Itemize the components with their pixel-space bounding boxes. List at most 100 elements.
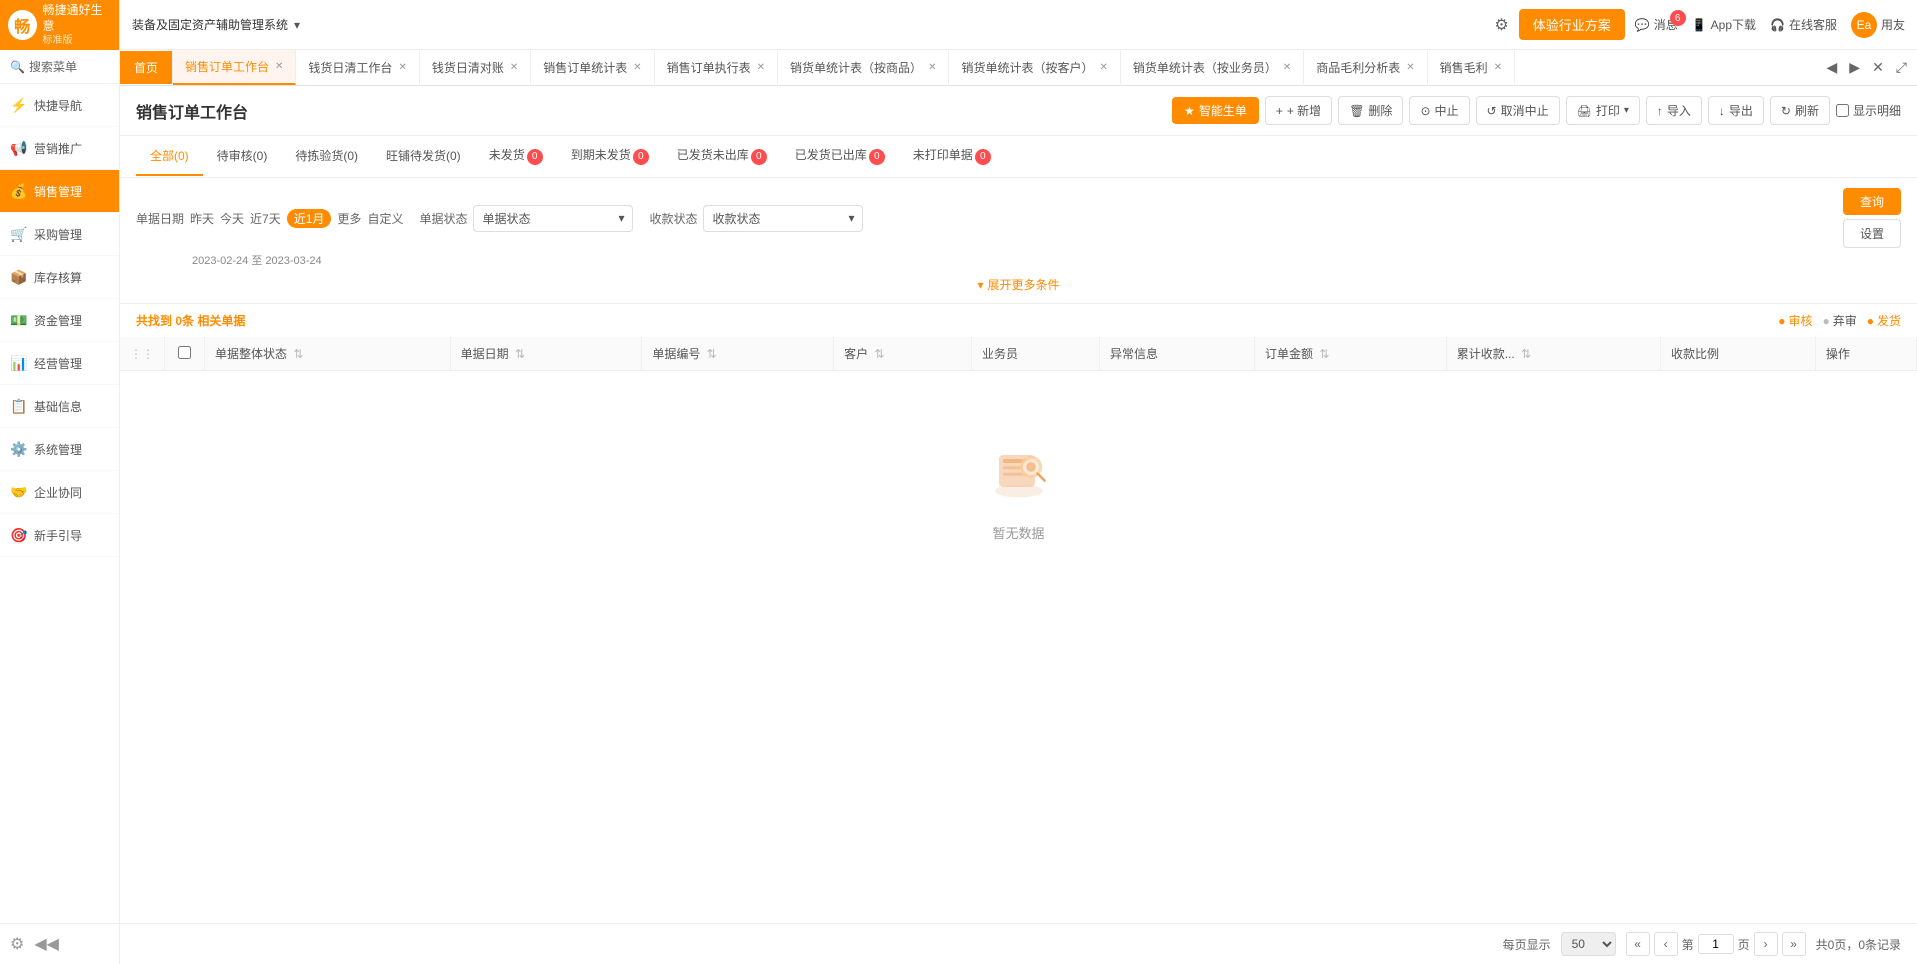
sidebar-item-operations[interactable]: 📊 经营管理 (0, 342, 119, 385)
subtab-pending-pick[interactable]: 待拣验货(0) (281, 137, 372, 176)
refresh-btn[interactable]: ↻ 刷新 (1770, 96, 1830, 125)
user-menu[interactable]: Ea 用友 (1851, 12, 1905, 38)
table-header: ⋮⋮ 单据整体状态 ⇅ 单据日期 ⇅ (120, 337, 1917, 371)
filter-status-select[interactable]: 单据状态 ▾ (473, 205, 633, 232)
online-service-btn[interactable]: 🎧 在线客服 (1770, 16, 1837, 33)
tab-sales-order[interactable]: 销售订单工作台 ✕ (173, 50, 296, 85)
tab-sales-goods[interactable]: 销货单统计表（按商品） ✕ (778, 51, 949, 84)
tab-close-sales-staff[interactable]: ✕ (1283, 62, 1291, 73)
tab-sales-profit[interactable]: 销售毛利 ✕ (1428, 51, 1515, 84)
message-btn[interactable]: 💬 消息 6 (1635, 16, 1678, 33)
tab-prev-btn[interactable]: ◀ (1823, 57, 1842, 78)
page-first-btn[interactable]: « (1626, 932, 1650, 956)
sort-customer-icon[interactable]: ⇅ (875, 347, 885, 361)
show-detail-checkbox[interactable]: 显示明细 (1836, 102, 1901, 119)
ship-btn[interactable]: ● 发货 (1867, 312, 1901, 329)
sort-collected-icon[interactable]: ⇅ (1521, 347, 1531, 361)
print-icon: 🖨 (1577, 104, 1592, 118)
page-last-btn[interactable]: » (1782, 932, 1806, 956)
tab-margin[interactable]: 商品毛利分析表 ✕ (1304, 51, 1427, 84)
select-all-checkbox[interactable] (178, 346, 191, 359)
date-opt-yesterday[interactable]: 昨天 (190, 210, 214, 227)
date-opt-custom[interactable]: 自定义 (367, 210, 403, 227)
filter-payment-select[interactable]: 收款状态 ▾ (703, 205, 863, 232)
topbar-gear-icon[interactable]: ⚙ (1494, 15, 1508, 35)
tab-sales-exec[interactable]: 销售订单执行表 ✕ (655, 51, 778, 84)
tab-close-sales-exec[interactable]: ✕ (757, 62, 765, 73)
page-input[interactable] (1698, 934, 1734, 954)
stop-btn[interactable]: ⊙ 中止 (1409, 96, 1469, 125)
sort-amount-icon[interactable]: ⇅ (1319, 347, 1329, 361)
tab-close-cash-clear[interactable]: ✕ (398, 62, 406, 73)
query-btn[interactable]: 查询 (1843, 188, 1901, 215)
app-download-btn[interactable]: 📱 App下载 (1692, 16, 1756, 33)
subtab-not-printed[interactable]: 未打印单据0 (899, 136, 1005, 177)
subtab-shipped-out[interactable]: 已发货已出库0 (781, 136, 899, 177)
cancel-stop-btn[interactable]: ↺ 取消中止 (1476, 96, 1560, 125)
settings-icon[interactable]: ⚙ (10, 934, 24, 954)
subtab-not-shipped[interactable]: 未发货0 (475, 136, 557, 177)
date-opt-7days[interactable]: 近7天 (250, 210, 281, 227)
sidebar-item-sales[interactable]: 💰 销售管理 (0, 170, 119, 213)
date-opt-today[interactable]: 今天 (220, 210, 244, 227)
sort-date-icon[interactable]: ⇅ (515, 347, 525, 361)
approve-btn[interactable]: ● 审核 (1778, 312, 1812, 329)
smart-create-btn[interactable]: ★ 智能生单 (1172, 97, 1259, 124)
collapse-icon[interactable]: ◀◀ (34, 934, 59, 954)
sidebar-item-collab[interactable]: 🤝 企业协同 (0, 471, 119, 514)
table-wrapper: ⋮⋮ 单据整体状态 ⇅ 单据日期 ⇅ (120, 337, 1917, 923)
tab-sales-staff[interactable]: 销货单统计表（按业务员） ✕ (1121, 51, 1304, 84)
subtab-overdue-ship[interactable]: 到期未发货0 (557, 136, 663, 177)
tab-next-btn[interactable]: ▶ (1845, 57, 1864, 78)
subtab-wangpu[interactable]: 旺铺待发货(0) (372, 137, 475, 176)
tab-close-sales-customer[interactable]: ✕ (1099, 62, 1107, 73)
tab-cash-clear[interactable]: 钱货日清工作台 ✕ (296, 51, 419, 84)
tab-close-all-btn[interactable]: ✕ (1868, 57, 1888, 78)
tab-maximize-btn[interactable]: ⤢ (1892, 57, 1911, 78)
sort-status-icon[interactable]: ⇅ (293, 347, 303, 361)
set-btn[interactable]: 设置 (1843, 219, 1901, 248)
date-opt-more[interactable]: 更多 (337, 210, 361, 227)
sidebar-item-purchase[interactable]: 🛒 采购管理 (0, 213, 119, 256)
subtab-shipped-not-out[interactable]: 已发货未出库0 (663, 136, 781, 177)
unapprove-btn[interactable]: ● 弃审 (1822, 312, 1856, 329)
tab-close-sales-goods[interactable]: ✕ (928, 62, 936, 73)
subtab-pending-review[interactable]: 待审核(0) (203, 137, 282, 176)
tab-close-sales-stat[interactable]: ✕ (633, 62, 641, 73)
topbar: 装备及固定资产辅助管理系统 ▾ ⚙ 体验行业方案 document.queryS… (120, 0, 1917, 50)
sidebar-item-guide[interactable]: 🎯 新手引导 (0, 514, 119, 557)
add-btn[interactable]: + + 新增 (1265, 96, 1332, 125)
tab-sales-stat[interactable]: 销售订单统计表 ✕ (531, 51, 654, 84)
sidebar-item-basic[interactable]: 📋 基础信息 (0, 385, 119, 428)
tab-close-margin[interactable]: ✕ (1406, 62, 1414, 73)
import-btn[interactable]: ↑ 导入 (1646, 96, 1702, 125)
print-btn[interactable]: 🖨 打印 ▾ (1566, 96, 1640, 125)
tab-reconcile[interactable]: 钱货日清对账 ✕ (420, 51, 531, 84)
sidebar-item-inventory[interactable]: 📦 库存核算 (0, 256, 119, 299)
system-dropdown[interactable]: ▾ (294, 18, 300, 32)
expand-more-btn[interactable]: ▾ 展开更多条件 (977, 276, 1059, 293)
sort-number-icon[interactable]: ⇅ (707, 347, 717, 361)
subtab-all[interactable]: 全部(0) (136, 137, 203, 176)
sidebar-item-quicknav[interactable]: ⚡ 快捷导航 (0, 84, 119, 127)
solution-btn[interactable]: 体验行业方案 (1519, 9, 1625, 40)
tab-sales-customer[interactable]: 销货单统计表（按客户） ✕ (949, 51, 1120, 84)
page-size-select[interactable]: 50 20 100 (1561, 932, 1616, 956)
unapprove-dot: ● (1822, 314, 1829, 328)
page-prev-btn[interactable]: ‹ (1654, 932, 1678, 956)
col-check-header[interactable] (165, 337, 205, 371)
date-opt-1month[interactable]: 近1月 (287, 209, 332, 228)
tab-close-sales-profit[interactable]: ✕ (1494, 62, 1502, 73)
show-detail-input[interactable] (1836, 104, 1849, 117)
sidebar-item-finance[interactable]: 💵 资金管理 (0, 299, 119, 342)
message-icon: 💬 (1635, 18, 1650, 32)
tab-home[interactable]: 首页 (120, 51, 173, 84)
sidebar-item-system[interactable]: ⚙️ 系统管理 (0, 428, 119, 471)
export-btn[interactable]: ↓ 导出 (1708, 96, 1764, 125)
sidebar-item-search[interactable]: 🔍 搜索菜单 (0, 50, 119, 84)
tab-close-reconcile[interactable]: ✕ (510, 62, 518, 73)
tab-close-sales-order[interactable]: ✕ (275, 61, 283, 72)
sidebar-item-marketing[interactable]: 📢 营销推广 (0, 127, 119, 170)
delete-btn[interactable]: 🗑 删除 (1338, 96, 1403, 125)
page-next-btn[interactable]: › (1754, 932, 1778, 956)
